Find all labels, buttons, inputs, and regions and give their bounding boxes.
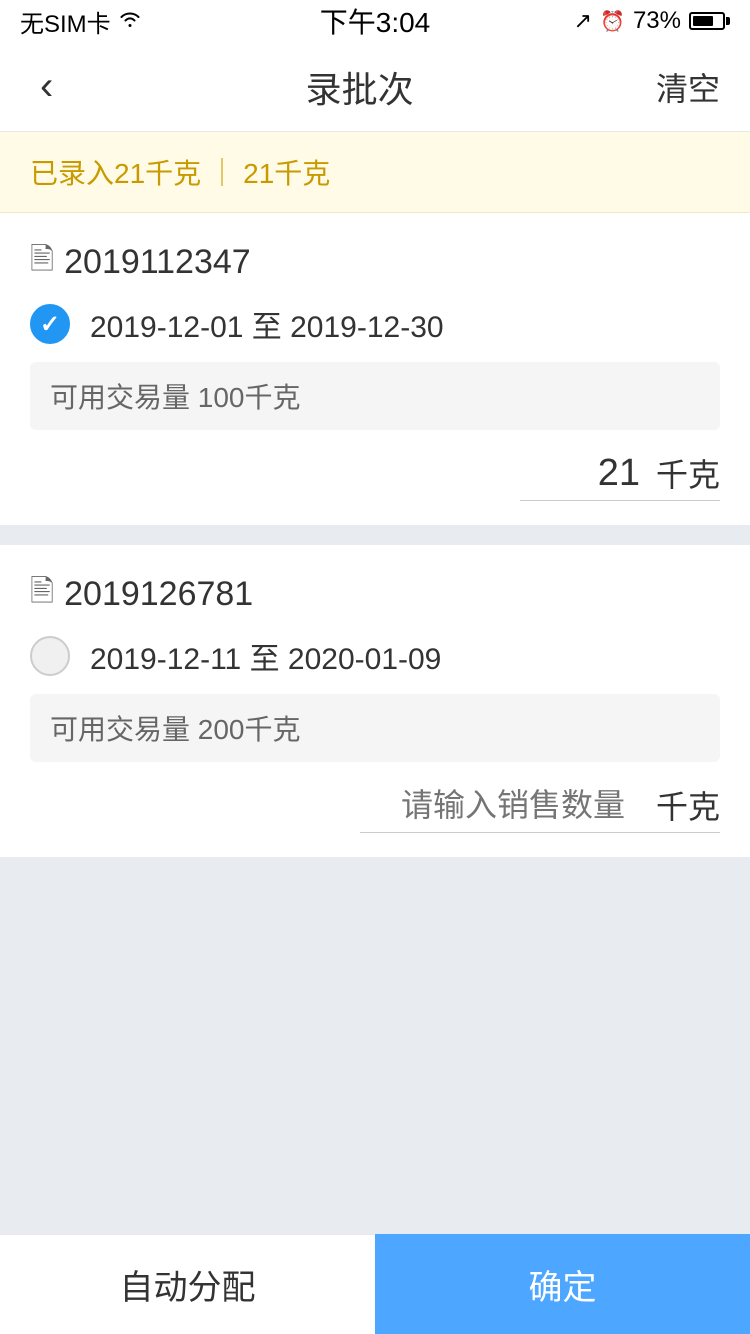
batch-2-date: 2019-12-11 至 2020-01-09 bbox=[90, 634, 441, 678]
batch-1-date: 2019-12-01 至 2019-12-30 bbox=[90, 302, 444, 346]
page-title: 录批次 bbox=[306, 61, 414, 113]
batch-1-date-row: 2019-12-01 至 2019-12-30 bbox=[30, 302, 720, 346]
recorded-amount: 已录入21千克 bbox=[30, 152, 201, 192]
sale-quantity-input[interactable] bbox=[360, 787, 640, 824]
wifi-icon bbox=[119, 8, 141, 34]
nav-bar: ‹ 录批次 清空 bbox=[0, 42, 750, 132]
batch-1-quantity-row: 21 千克 bbox=[0, 430, 750, 496]
total-amount: 21千克 bbox=[243, 152, 330, 192]
batch-card-2: 🖹 2019126781 2019-12-11 至 2020-01-09 可用交… bbox=[0, 545, 750, 857]
batch-1-icon: 🖹 bbox=[30, 237, 54, 288]
info-divider bbox=[221, 158, 223, 186]
carrier-text: 无SIM卡 bbox=[20, 4, 111, 39]
clear-button[interactable]: 清空 bbox=[656, 64, 720, 110]
section-divider-1 bbox=[0, 525, 750, 545]
auto-distribute-button[interactable]: 自动分配 bbox=[0, 1234, 375, 1334]
batch-2-input-row: 千克 bbox=[0, 762, 750, 828]
batch-1-available: 可用交易量 100千克 bbox=[30, 362, 720, 430]
batch-2-id: 2019126781 bbox=[64, 575, 253, 614]
content-area: 🖹 2019112347 2019-12-01 至 2019-12-30 可用交… bbox=[0, 213, 750, 1317]
back-button[interactable]: ‹ bbox=[30, 54, 63, 119]
status-bar-left: 无SIM卡 bbox=[20, 4, 141, 39]
batch-2-icon: 🖹 bbox=[30, 569, 54, 620]
info-bar: 已录入21千克 21千克 bbox=[0, 132, 750, 213]
batch-2-radio[interactable] bbox=[30, 636, 70, 676]
batch-2-header: 🖹 2019126781 bbox=[30, 569, 720, 620]
battery-percent: 73% bbox=[633, 7, 681, 35]
batch-1-quantity-unit: 千克 bbox=[656, 450, 720, 496]
batch-2-unit: 千克 bbox=[656, 782, 720, 828]
batch-2-available: 可用交易量 200千克 bbox=[30, 694, 720, 762]
battery-icon bbox=[689, 12, 730, 30]
alarm-icon: ⏰ bbox=[600, 9, 625, 34]
status-bar-time: 下午3:04 bbox=[320, 1, 431, 41]
batch-card-1: 🖹 2019112347 2019-12-01 至 2019-12-30 可用交… bbox=[0, 213, 750, 525]
batch-2-date-row: 2019-12-11 至 2020-01-09 bbox=[30, 634, 720, 678]
location-icon: ↗ bbox=[574, 8, 592, 34]
status-bar: 无SIM卡 下午3:04 ↗ ⏰ 73% bbox=[0, 0, 750, 42]
batch-2-bottom-space bbox=[0, 833, 750, 857]
confirm-button[interactable]: 确定 bbox=[375, 1234, 750, 1334]
batch-1-quantity-value: 21 bbox=[598, 452, 640, 495]
batch-1-bottom-space bbox=[0, 501, 750, 525]
bottom-bar: 自动分配 确定 bbox=[0, 1234, 750, 1334]
batch-1-radio[interactable] bbox=[30, 304, 70, 344]
batch-1-id: 2019112347 bbox=[64, 243, 251, 282]
batch-1-header: 🖹 2019112347 bbox=[30, 237, 720, 288]
status-bar-right: ↗ ⏰ 73% bbox=[574, 7, 730, 35]
